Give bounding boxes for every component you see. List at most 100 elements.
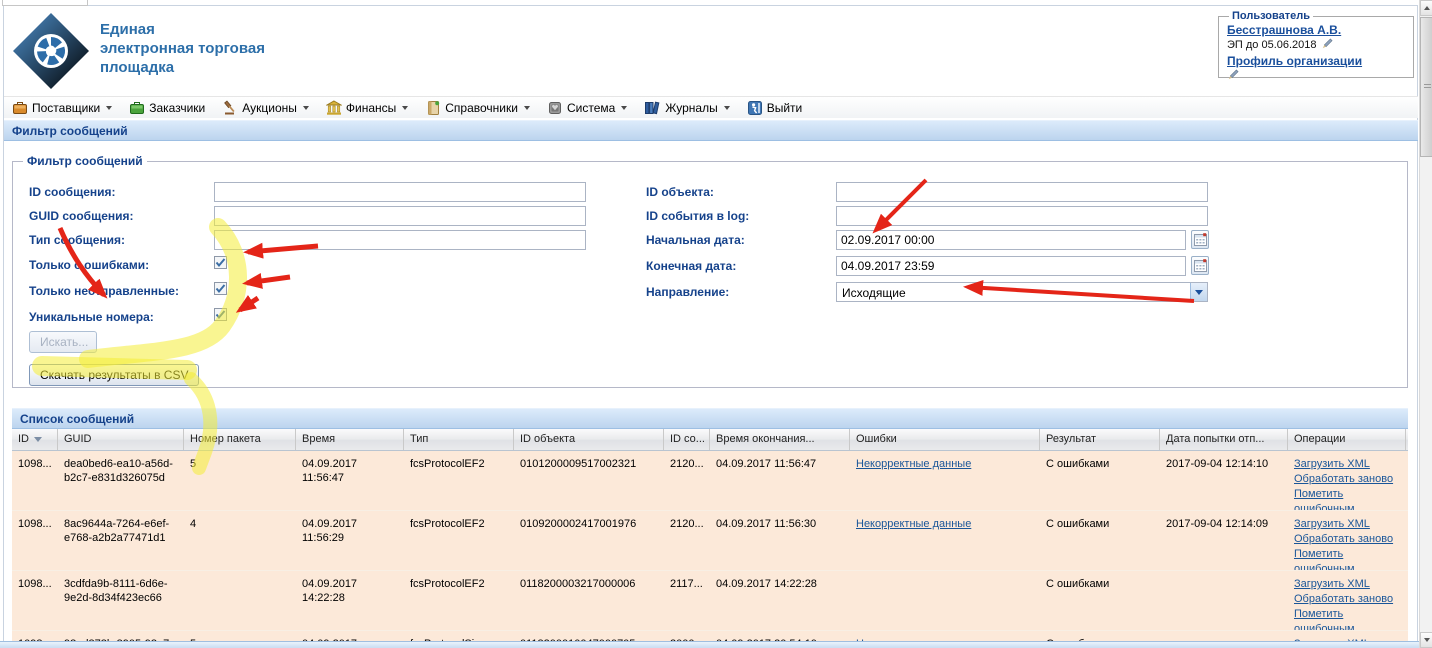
cell-result: С ошибками	[1046, 578, 1110, 590]
scrollbar-grip	[1424, 84, 1431, 90]
operation-link[interactable]: Пометить ошибочным	[1294, 607, 1401, 630]
arrow-up-icon	[1423, 6, 1430, 10]
message_guid-input[interactable]	[214, 206, 586, 226]
menu-item-auctions[interactable]: Аукционы	[222, 99, 309, 116]
column-header-result[interactable]: Результат	[1040, 429, 1160, 450]
log_event_id-input[interactable]	[836, 206, 1208, 226]
cell-errors	[850, 571, 1040, 630]
field-label-start_date: Начальная дата:	[646, 233, 745, 247]
cell-id: 1098...	[12, 631, 58, 641]
operation-link[interactable]: Обработать заново	[1294, 532, 1401, 547]
menu-item-label: Аукционы	[242, 100, 297, 115]
cell-id_so: 2117...	[670, 578, 703, 590]
operation-link[interactable]: Обработать заново	[1294, 592, 1401, 607]
gavel-icon	[222, 99, 238, 116]
table-row[interactable]: 1098... dea0bed6-ea10-a56d-b2c7-e831d3260…	[12, 451, 1408, 511]
menu-item-journals[interactable]: Журналы	[644, 100, 730, 116]
cell-package: 4	[190, 518, 197, 530]
org-profile-link[interactable]: Профиль организации	[1227, 54, 1362, 68]
end_date-input[interactable]	[836, 256, 1186, 276]
system-icon	[547, 100, 563, 116]
operation-link[interactable]: Пометить ошибочным	[1294, 487, 1401, 510]
menu-item-label: Поставщики	[32, 100, 101, 115]
cell-id_so: 2120...	[670, 518, 704, 530]
field-label-object_id: ID объекта:	[646, 185, 714, 199]
cell-guid: 98ad878b-8905-98e7-7a15	[58, 631, 184, 641]
cell-object_id: 0109200002417001976	[520, 518, 637, 530]
scroll-up-button[interactable]	[1420, 0, 1432, 16]
field-label-direction: Направление:	[646, 285, 730, 299]
error-link[interactable]: Некорректные данные	[856, 457, 971, 471]
column-header-operations[interactable]: Операции	[1288, 429, 1406, 450]
exit-icon	[747, 100, 763, 116]
object_id-input[interactable]	[836, 182, 1208, 202]
user-name-link[interactable]: Бесстрашнова А.В.	[1227, 23, 1341, 37]
cell-end_time: 04.09.2017 11:56:30	[716, 518, 817, 530]
menu-item-logout[interactable]: Выйти	[747, 100, 802, 116]
operation-link[interactable]: Загрузить XML	[1294, 517, 1401, 532]
cell-type: fcsProtocolEF2	[410, 578, 485, 590]
column-header-end_time[interactable]: Время окончания...	[710, 429, 850, 450]
error-link[interactable]: Некорректные данные	[856, 517, 971, 531]
cell-errors: Некорректные данные	[850, 631, 1040, 641]
briefcase-green-icon	[129, 100, 145, 115]
cell-package	[184, 571, 296, 630]
calendar-icon[interactable]	[1191, 256, 1209, 275]
cell-object_id: 0118200010047000705	[514, 631, 664, 641]
table-row[interactable]: 1098...98ad878b-8905-98e7-7a15504.09.201…	[12, 631, 1408, 641]
download-csv-button[interactable]: Скачать результаты в CSV	[29, 364, 200, 386]
column-header-object_id[interactable]: ID объекта	[514, 429, 664, 450]
menu-item-references[interactable]: Справочники	[425, 100, 530, 116]
column-header-attempt_date[interactable]: Дата попытки отп...	[1160, 429, 1288, 450]
horizontal-scrollbar[interactable]	[0, 641, 1419, 648]
unique_numbers-checkbox[interactable]	[214, 308, 227, 321]
grid-body: 1098... dea0bed6-ea10-a56d-b2c7-e831d3260…	[12, 451, 1408, 641]
column-header-id[interactable]: ID	[12, 429, 58, 450]
menu-item-label: Финансы	[345, 100, 397, 115]
cell-errors: Некорректные данные	[850, 511, 1040, 570]
cell-time: 04.09.2017 11:56:47	[302, 458, 358, 484]
filter-panel-header: Фильтр сообщений	[4, 120, 1418, 141]
field-label-message_id: ID сообщения:	[29, 185, 116, 199]
cell-type: fcsProtocolEF2	[410, 518, 485, 530]
only_errors-checkbox[interactable]	[214, 256, 227, 269]
start_date-input[interactable]	[836, 230, 1186, 250]
message_type-input[interactable]	[214, 230, 586, 250]
column-header-time[interactable]: Время	[296, 429, 404, 450]
table-row[interactable]: 1098... 8ac9644a-7264-e6ef-e768-a2b2a7747…	[12, 511, 1408, 571]
edit-pencil-icon[interactable]	[1321, 38, 1333, 53]
message_id-input[interactable]	[214, 182, 586, 202]
column-header-type[interactable]: Тип	[404, 429, 514, 450]
operation-link[interactable]: Обработать заново	[1294, 472, 1401, 487]
column-header-id_so[interactable]: ID со...	[664, 429, 710, 450]
menu-item-system[interactable]: Система	[547, 100, 628, 116]
menu-item-suppliers[interactable]: Поставщики	[12, 100, 113, 115]
operation-link[interactable]: Загрузить XML	[1294, 577, 1401, 592]
calendar-icon[interactable]	[1191, 230, 1209, 249]
operation-link[interactable]: Пометить ошибочным	[1294, 547, 1401, 570]
scroll-down-button[interactable]	[1420, 632, 1432, 648]
cell-type: fcsProtocolEF2	[410, 458, 485, 470]
cell-time: 04.09.2017 11:56:29	[302, 518, 358, 544]
column-header-guid[interactable]: GUID	[58, 429, 184, 450]
cell-guid: 3cdfda9b-8111-6d6e-9e2d-8d34f423ec66	[64, 578, 168, 604]
browser-tab-remnant	[2, 0, 88, 6]
table-row[interactable]: 1098... 3cdfda9b-8111-6d6e-9e2d-8d34f423e…	[12, 571, 1408, 631]
scrollbar-thumb[interactable]	[1420, 17, 1432, 157]
column-header-errors[interactable]: Ошибки	[850, 429, 1040, 450]
filter-fieldset: Фильтр сообщений ID сообщения: GUID сообщ…	[12, 154, 1408, 388]
chevron-down-icon[interactable]	[1190, 283, 1207, 301]
menu-item-customers[interactable]: Заказчики	[129, 100, 205, 115]
operation-link[interactable]: Загрузить XML	[1294, 457, 1401, 472]
cell-id: 1098...	[18, 578, 52, 590]
menu-item-label: Заказчики	[149, 100, 206, 115]
search-button[interactable]: Искать...	[29, 331, 97, 353]
menu-item-finance[interactable]: Финансы	[325, 99, 409, 116]
direction-select[interactable]: Исходящие	[836, 282, 1208, 302]
only_unsent-checkbox[interactable]	[214, 282, 227, 295]
column-header-package[interactable]: Номер пакета	[184, 429, 296, 450]
vertical-scrollbar[interactable]	[1419, 0, 1432, 648]
field-label-only_unsent: Только неотправленные:	[29, 284, 179, 298]
direction-value: Исходящие	[842, 286, 906, 300]
edit-pencil-icon[interactable]	[1227, 69, 1239, 84]
